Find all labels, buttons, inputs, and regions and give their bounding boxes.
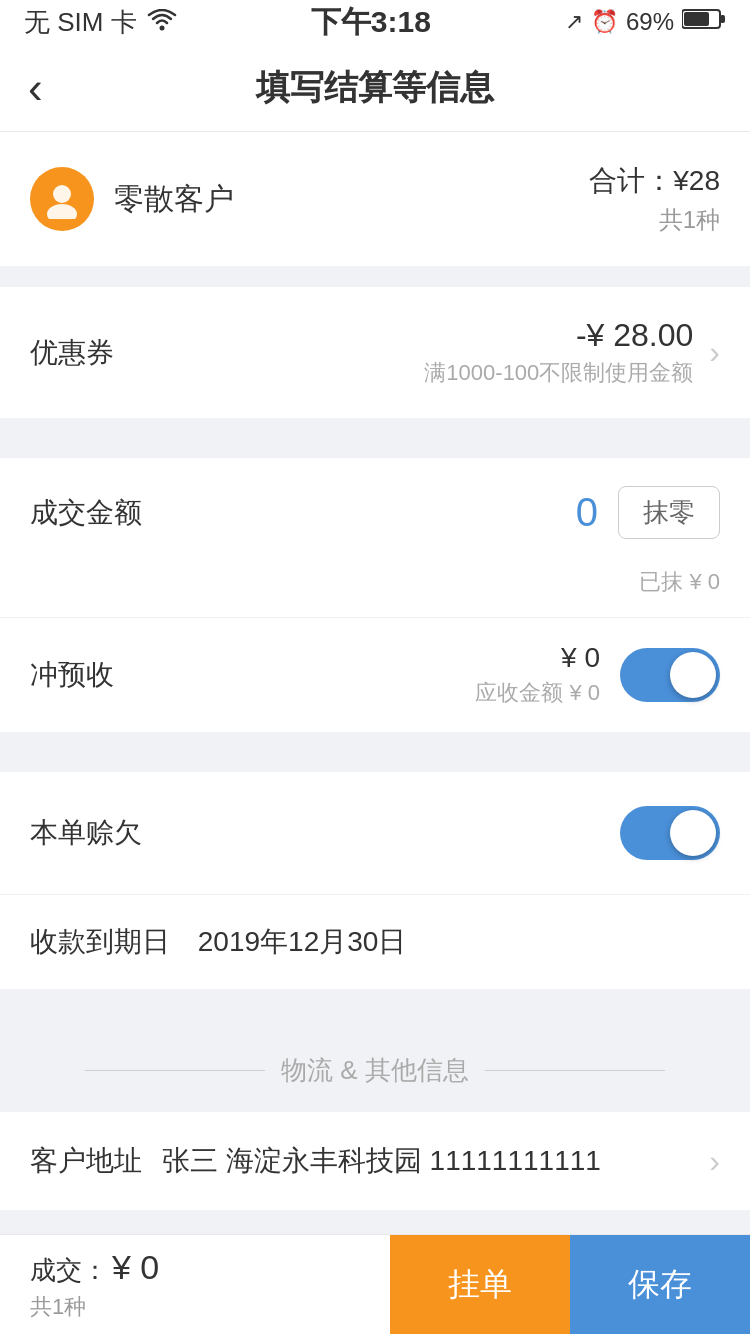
round-zero-button[interactable]: 抹零: [618, 486, 720, 539]
customer-section: 零散客户 合计：¥28 共1种: [0, 132, 750, 266]
prepay-toggle[interactable]: [620, 648, 720, 702]
battery-text: 69%: [626, 8, 674, 36]
debt-toggle[interactable]: [620, 806, 720, 860]
address-label: 客户地址: [30, 1142, 142, 1180]
bottom-deal-label: 成交：: [30, 1253, 108, 1288]
coupon-right: -¥ 28.00 满1000-100不限制使用金额 ›: [424, 317, 720, 388]
coupon-chevron-icon: ›: [709, 334, 720, 371]
total-count: 共1种: [589, 204, 720, 236]
transaction-sub: 已抹 ¥ 0: [0, 567, 750, 617]
prepay-row: 冲预收 ¥ 0 应收金额 ¥ 0: [0, 617, 750, 732]
prepay-values: ¥ 0 应收金额 ¥ 0: [475, 642, 600, 708]
location-icon: ↗: [565, 9, 583, 35]
bottom-summary: 成交： ¥ 0 共1种: [0, 1248, 390, 1322]
address-value: 张三 海淀永丰科技园 11111111111: [162, 1142, 699, 1180]
svg-point-0: [159, 25, 164, 30]
svg-point-5: [47, 204, 77, 219]
nav-bar: ‹ 填写结算等信息: [0, 44, 750, 132]
alarm-icon: ⏰: [591, 9, 618, 35]
transaction-value: 0: [576, 490, 598, 535]
debt-label: 本单赊欠: [30, 814, 142, 852]
prepay-toggle-knob: [670, 652, 716, 698]
transaction-label: 成交金额: [30, 494, 142, 532]
customer-name: 零散客户: [114, 179, 234, 220]
back-icon: ‹: [28, 66, 43, 110]
bottom-deal-wrap: 成交： ¥ 0: [30, 1248, 360, 1288]
battery-icon: [682, 8, 726, 36]
address-chevron-icon: ›: [709, 1143, 720, 1180]
coupon-section[interactable]: 优惠券 -¥ 28.00 满1000-100不限制使用金额 ›: [0, 286, 750, 418]
customer-avatar: [30, 167, 94, 231]
prepay-label: 冲预收: [30, 656, 114, 694]
hold-button[interactable]: 挂单: [390, 1235, 570, 1335]
debt-section: 本单赊欠 收款到期日 2019年12月30日: [0, 772, 750, 989]
status-right: ↗ ⏰ 69%: [565, 8, 726, 36]
customer-left: 零散客户: [30, 167, 234, 231]
bottom-deal-amount: ¥ 0: [112, 1248, 159, 1287]
customer-right: 合计：¥28 共1种: [589, 162, 720, 236]
svg-rect-3: [684, 12, 709, 26]
logistics-divider: [0, 1009, 750, 1029]
total-amount: 合计：¥28: [589, 162, 720, 200]
address-row[interactable]: 客户地址 张三 海淀永丰科技园 11111111111 ›: [0, 1112, 750, 1210]
save-button[interactable]: 保存: [570, 1235, 750, 1335]
coupon-row[interactable]: 优惠券 -¥ 28.00 满1000-100不限制使用金额 ›: [0, 286, 750, 418]
duedate-value: 2019年12月30日: [198, 926, 407, 957]
transaction-row: 成交金额 0 抹零: [0, 458, 750, 567]
coupon-amount: -¥ 28.00: [424, 317, 693, 354]
nav-title: 填写结算等信息: [256, 65, 494, 111]
prepay-main: ¥ 0: [475, 642, 600, 674]
prepay-right: ¥ 0 应收金额 ¥ 0: [475, 642, 720, 708]
bottom-count: 共1种: [30, 1292, 360, 1322]
debt-row: 本单赊欠: [0, 772, 750, 894]
prepay-sub: 应收金额 ¥ 0: [475, 678, 600, 708]
duedate-row: 收款到期日 2019年12月30日: [0, 894, 750, 989]
transaction-section: 成交金额 0 抹零 已抹 ¥ 0 冲预收 ¥ 0 应收金额 ¥ 0: [0, 458, 750, 732]
carrier-text: 无 SIM 卡: [24, 5, 137, 40]
coupon-values: -¥ 28.00 满1000-100不限制使用金额: [424, 317, 693, 388]
customer-row: 零散客户 合计：¥28 共1种: [0, 132, 750, 266]
transaction-value-wrap: 0 抹零: [576, 486, 720, 539]
status-left: 无 SIM 卡: [24, 5, 177, 40]
logistics-title: 物流 & 其他信息: [281, 1053, 469, 1088]
svg-point-4: [53, 185, 71, 203]
coupon-desc: 满1000-100不限制使用金额: [424, 358, 693, 388]
logistics-line: 物流 & 其他信息: [0, 1053, 750, 1088]
address-section[interactable]: 客户地址 张三 海淀永丰科技园 11111111111 ›: [0, 1112, 750, 1210]
coupon-label: 优惠券: [30, 334, 114, 372]
status-bar: 无 SIM 卡 下午3:18 ↗ ⏰ 69%: [0, 0, 750, 44]
debt-toggle-knob: [670, 810, 716, 856]
back-button[interactable]: ‹: [28, 66, 43, 110]
duedate-label: 收款到期日: [30, 926, 170, 957]
wifi-icon: [147, 7, 177, 38]
bottom-bar: 成交： ¥ 0 共1种 挂单 保存: [0, 1234, 750, 1334]
divider-1: [0, 438, 750, 458]
svg-rect-2: [720, 15, 725, 23]
divider-2: [0, 752, 750, 772]
logistics-header: 物流 & 其他信息: [0, 1029, 750, 1112]
time-display: 下午3:18: [311, 2, 431, 43]
